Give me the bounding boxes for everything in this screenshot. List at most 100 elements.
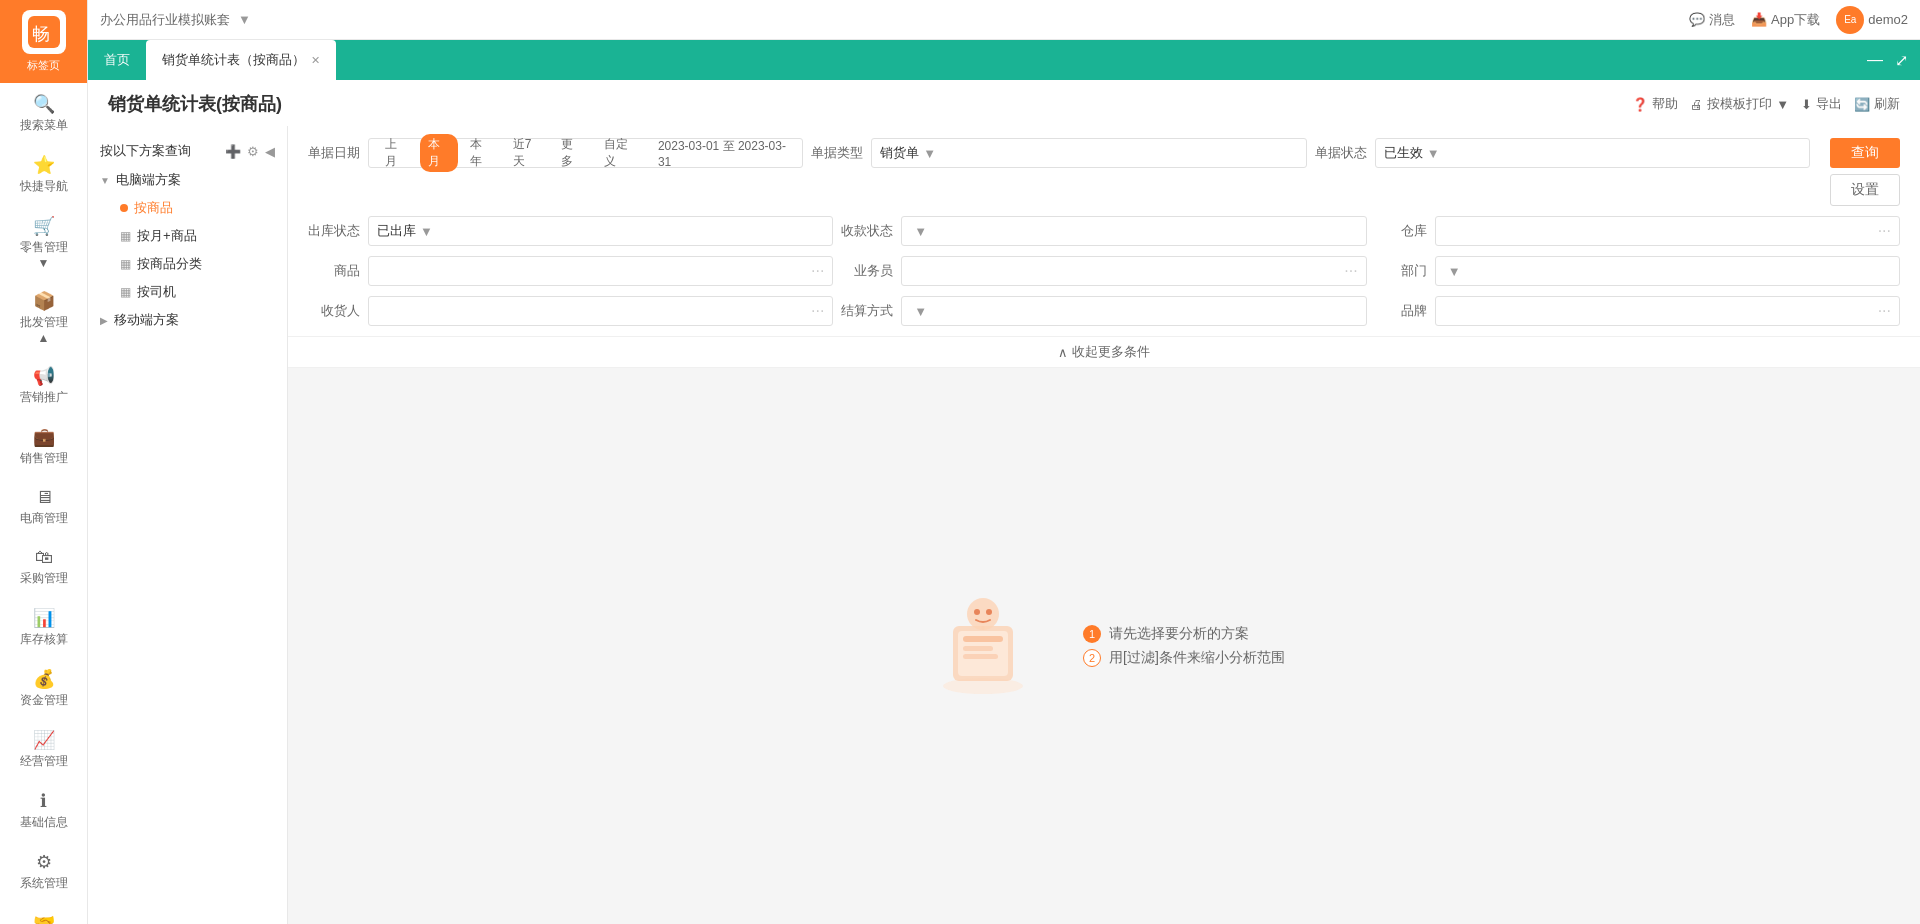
refresh-button[interactable]: 🔄 刷新 <box>1854 95 1900 113</box>
sidebar: 畅 标签页 🔍 搜索菜单 ⭐ 快捷导航 🛒 零售管理 ▼ 📦 批发管理 ▲ 📢 … <box>0 0 88 924</box>
date-tab-last-month[interactable]: 上月 <box>377 134 416 172</box>
enterprise-icon: 🤝 <box>33 912 55 924</box>
tab-minimize-icon[interactable]: — <box>1863 47 1887 73</box>
tree-arrow-down-icon: ▼ <box>100 175 110 186</box>
date-tab-this-year[interactable]: 本年 <box>462 134 501 172</box>
date-tab-7days[interactable]: 近7天 <box>505 134 550 172</box>
date-range-display: 2023-03-01 至 2023-03-31 <box>658 138 794 169</box>
svg-rect-7 <box>963 654 998 659</box>
export-icon: ⬇ <box>1801 97 1812 112</box>
template-print-button[interactable]: 🖨 按模板打印 ▼ <box>1690 95 1789 113</box>
add-scheme-icon[interactable]: ➕ <box>225 144 241 159</box>
tab-sales-stats-label: 销货单统计表（按商品） <box>162 51 305 69</box>
svg-rect-6 <box>963 646 993 651</box>
sales-icon: 💼 <box>33 426 55 448</box>
tree-item-by-month-goods[interactable]: ▦ 按月+商品 <box>100 222 287 250</box>
tree-item-by-goods[interactable]: 按商品 <box>100 194 287 222</box>
help-button[interactable]: ❓ 帮助 <box>1632 95 1678 113</box>
salesman-input[interactable]: ··· <box>901 256 1366 286</box>
sidebar-item-operation[interactable]: 📈 经营管理 <box>0 719 87 780</box>
brand-input[interactable]: ··· <box>1435 296 1900 326</box>
sidebar-item-finance[interactable]: 💰 资金管理 <box>0 658 87 719</box>
sidebar-item-enterprise[interactable]: 🤝 企业协同 <box>0 902 87 924</box>
ecommerce-icon: 🖥 <box>35 487 53 508</box>
doc-type-dropdown-icon[interactable]: ▼ <box>923 146 936 161</box>
payment-dropdown-icon[interactable]: ▼ <box>914 304 927 319</box>
empty-state-content: 1 请先选择要分析的方案 2 用[过滤]条件来缩小分析范围 <box>923 586 1285 706</box>
date-label: 单据日期 <box>308 144 368 162</box>
user-menu[interactable]: Ea demo2 <box>1836 6 1908 34</box>
message-button[interactable]: 💬 消息 <box>1689 11 1735 29</box>
grid-icon-1: ▦ <box>120 229 131 243</box>
date-tab-this-month[interactable]: 本月 <box>420 134 459 172</box>
salesman-dots-icon[interactable]: ··· <box>1344 263 1357 279</box>
message-icon: 💬 <box>1689 12 1705 27</box>
goods-dots-icon[interactable]: ··· <box>811 263 824 279</box>
sidebar-item-system[interactable]: ⚙ 系统管理 <box>0 841 87 902</box>
sidebar-item-purchase[interactable]: 🛍 采购管理 <box>0 537 87 597</box>
query-button[interactable]: 查询 <box>1830 138 1900 168</box>
recipient-input[interactable]: ··· <box>368 296 833 326</box>
tree-item-by-printer[interactable]: ▦ 按司机 <box>100 278 287 306</box>
tree-desktop-children: 按商品 ▦ 按月+商品 ▦ 按商品分类 ▦ 按司机 <box>88 194 287 306</box>
collapse-panel-icon[interactable]: ◀ <box>265 144 275 159</box>
salesman-row: 业务员 ··· <box>841 256 1366 286</box>
app-download-button[interactable]: 📥 App下载 <box>1751 11 1820 29</box>
goods-input[interactable]: ··· <box>368 256 833 286</box>
tab-sales-stats[interactable]: 销货单统计表（按商品） ✕ <box>146 40 336 80</box>
search-icon: 🔍 <box>33 93 55 115</box>
department-input[interactable]: ▼ <box>1435 256 1900 286</box>
receipt-status-input[interactable]: ▼ <box>901 216 1366 246</box>
doc-status-dropdown-icon[interactable]: ▼ <box>1427 146 1440 161</box>
tab-home[interactable]: 首页 <box>88 40 146 80</box>
app-subtitle: 标签页 <box>27 58 60 73</box>
sidebar-item-marketing[interactable]: 📢 营销推广 <box>0 355 87 416</box>
department-label: 部门 <box>1375 262 1435 280</box>
collapse-button[interactable]: ∧ 收起更多条件 <box>1058 343 1150 361</box>
receipt-status-dropdown-icon[interactable]: ▼ <box>914 224 927 239</box>
empty-illustration <box>923 586 1043 706</box>
recipient-dots-icon[interactable]: ··· <box>811 303 824 319</box>
brand-dots-icon[interactable]: ··· <box>1878 303 1891 319</box>
tabbar: 首页 销货单统计表（按商品） ✕ — ⤢ <box>88 40 1920 80</box>
doc-type-input[interactable]: 销货单 ▼ <box>871 138 1306 168</box>
tree-parent-desktop[interactable]: ▼ 电脑端方案 <box>88 166 287 194</box>
sidebar-item-inventory[interactable]: 📊 库存核算 <box>0 597 87 658</box>
system-icon: ⚙ <box>36 851 52 873</box>
inventory-icon: 📊 <box>33 607 55 629</box>
tab-expand-icon[interactable]: ⤢ <box>1891 47 1912 74</box>
tree-parent-mobile[interactable]: ▶ 移动端方案 <box>88 306 287 334</box>
logo-area[interactable]: 畅 标签页 <box>0 0 87 83</box>
doc-status-input[interactable]: 已生效 ▼ <box>1375 138 1810 168</box>
date-input[interactable]: 上月 本月 本年 近7天 更多 自定义 2023-03-01 至 2023-03… <box>368 138 803 168</box>
settings-scheme-icon[interactable]: ⚙ <box>247 144 259 159</box>
payment-method-input[interactable]: ▼ <box>901 296 1366 326</box>
department-dropdown-icon[interactable]: ▼ <box>1448 264 1461 279</box>
tab-close-icon[interactable]: ✕ <box>311 54 320 67</box>
sidebar-item-ecommerce[interactable]: 🖥 电商管理 <box>0 477 87 537</box>
sidebar-item-shortcut[interactable]: ⭐ 快捷导航 <box>0 144 87 205</box>
sidebar-item-sales[interactable]: 💼 销售管理 <box>0 416 87 477</box>
sidebar-item-search[interactable]: 🔍 搜索菜单 <box>0 83 87 144</box>
settings-button[interactable]: 设置 <box>1830 174 1900 206</box>
sidebar-item-basic[interactable]: ℹ 基础信息 <box>0 780 87 841</box>
tabbar-actions: — ⤢ <box>1863 47 1920 74</box>
account-title: 办公用品行业模拟账套 <box>100 11 230 29</box>
left-panel-header: 按以下方案查询 ➕ ⚙ ◀ <box>88 136 287 166</box>
sidebar-item-wholesale[interactable]: 📦 批发管理 ▲ <box>0 280 87 355</box>
sidebar-item-retail[interactable]: 🛒 零售管理 ▼ <box>0 205 87 280</box>
date-tab-more[interactable]: 更多 <box>553 134 592 172</box>
grid-icon-3: ▦ <box>120 285 131 299</box>
warehouse-input[interactable]: ··· <box>1435 216 1900 246</box>
export-button[interactable]: ⬇ 导出 <box>1801 95 1842 113</box>
out-status-dropdown-icon[interactable]: ▼ <box>420 224 433 239</box>
tree-item-by-goods-category[interactable]: ▦ 按商品分类 <box>100 250 287 278</box>
filter-row-4: 收货人 ··· 结算方式 ▼ <box>308 296 1900 326</box>
date-tabs: 上月 本月 本年 近7天 更多 自定义 <box>377 134 646 172</box>
warehouse-dots-icon[interactable]: ··· <box>1878 223 1891 239</box>
dropdown-arrow-icon[interactable]: ▼ <box>238 12 251 27</box>
receipt-status-row: 收款状态 ▼ <box>841 216 1366 246</box>
date-tab-custom[interactable]: 自定义 <box>596 134 646 172</box>
brand-row: 品牌 ··· <box>1375 296 1900 326</box>
out-status-input[interactable]: 已出库 ▼ <box>368 216 833 246</box>
